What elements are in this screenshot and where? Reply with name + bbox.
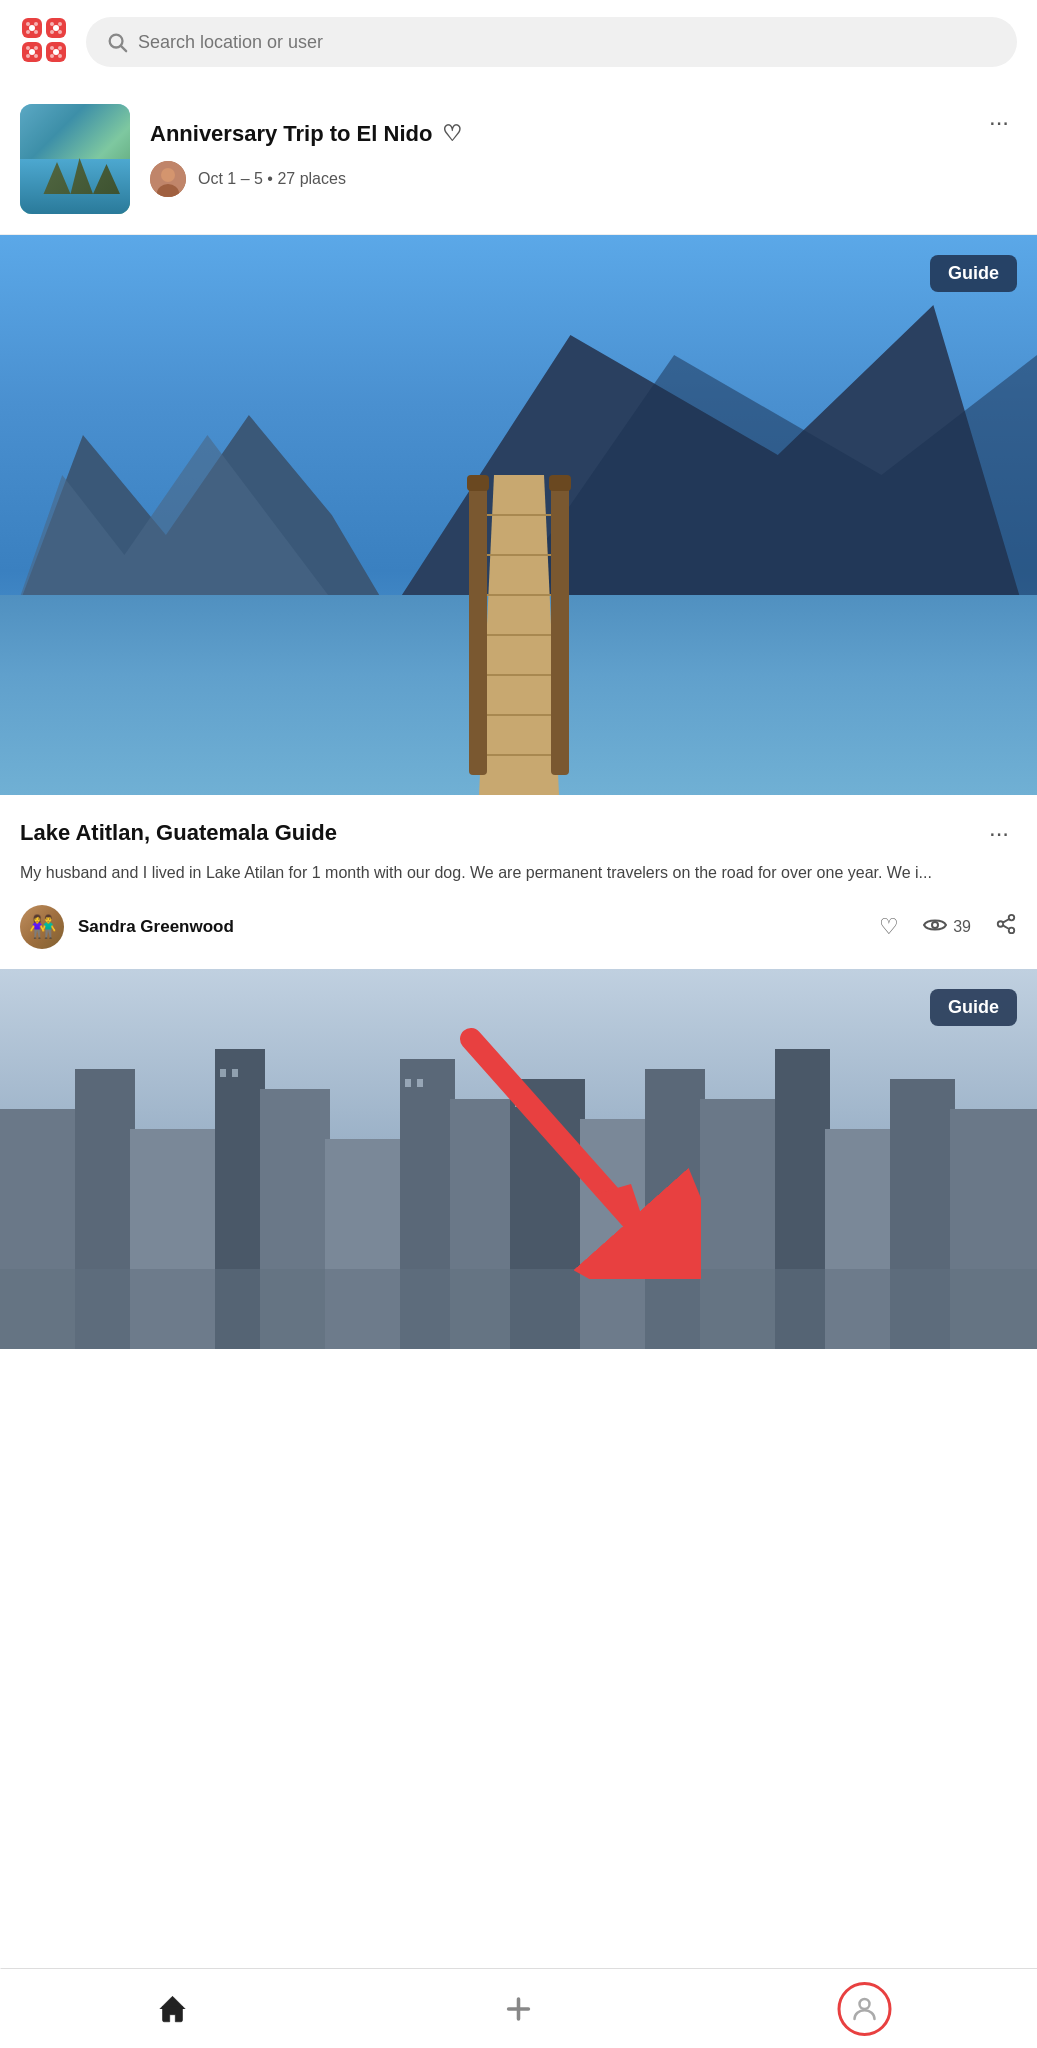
svg-point-10 bbox=[26, 30, 30, 34]
nav-add[interactable] bbox=[346, 1969, 692, 2048]
svg-point-19 bbox=[34, 54, 38, 58]
share-button[interactable] bbox=[995, 913, 1017, 941]
svg-rect-64 bbox=[405, 1079, 411, 1087]
svg-point-6 bbox=[29, 49, 35, 55]
svg-point-27 bbox=[161, 168, 175, 182]
views-count: 39 bbox=[953, 918, 971, 936]
guide-image-lake[interactable]: Guide bbox=[0, 235, 1037, 795]
add-icon bbox=[502, 1992, 536, 2026]
svg-point-7 bbox=[53, 49, 59, 55]
author-avatar bbox=[20, 905, 64, 949]
author-info[interactable]: Sandra Greenwood bbox=[20, 905, 234, 949]
svg-point-13 bbox=[58, 22, 62, 26]
svg-point-18 bbox=[26, 54, 30, 58]
svg-rect-63 bbox=[232, 1069, 238, 1077]
guide-author-row: Sandra Greenwood ♡ 39 bbox=[20, 905, 1017, 953]
trip-info: Anniversary Trip to El Nido ♡ Oct 1 – 5 … bbox=[150, 121, 961, 197]
svg-line-25 bbox=[121, 46, 126, 51]
nav-home[interactable] bbox=[0, 1969, 346, 2048]
svg-rect-62 bbox=[220, 1069, 226, 1077]
guide-badge-2: Guide bbox=[930, 989, 1017, 1026]
svg-point-22 bbox=[50, 54, 54, 58]
guide-description: My husband and I lived in Lake Atilan fo… bbox=[20, 861, 1017, 885]
guide-more-button-1[interactable]: ··· bbox=[981, 815, 1017, 851]
svg-rect-44 bbox=[549, 475, 571, 491]
svg-point-14 bbox=[50, 30, 54, 34]
app-logo[interactable] bbox=[20, 16, 72, 68]
svg-point-12 bbox=[50, 22, 54, 26]
svg-point-15 bbox=[58, 30, 62, 34]
trip-meta-text: Oct 1 – 5 • 27 places bbox=[198, 170, 346, 188]
guide-title-row: Lake Atitlan, Guatemala Guide ··· bbox=[20, 815, 1017, 851]
svg-point-16 bbox=[26, 46, 30, 50]
trip-title-row: Anniversary Trip to El Nido ♡ bbox=[150, 121, 961, 147]
svg-point-17 bbox=[34, 46, 38, 50]
guide-info-lake: Lake Atitlan, Guatemala Guide ··· My hus… bbox=[0, 795, 1037, 969]
app-header bbox=[0, 0, 1037, 84]
trip-title-text: Anniversary Trip to El Nido bbox=[150, 121, 432, 147]
svg-rect-42 bbox=[551, 475, 569, 775]
svg-point-8 bbox=[26, 22, 30, 26]
search-input[interactable] bbox=[138, 32, 997, 53]
bottom-nav bbox=[0, 1968, 1037, 2048]
svg-point-9 bbox=[34, 22, 38, 26]
svg-point-11 bbox=[34, 30, 38, 34]
guide-image-city[interactable]: Guide bbox=[0, 969, 1037, 1349]
search-icon bbox=[106, 31, 128, 53]
svg-rect-67 bbox=[0, 1269, 1037, 1349]
trip-heart-icon[interactable]: ♡ bbox=[442, 121, 462, 147]
svg-rect-65 bbox=[417, 1079, 423, 1087]
svg-rect-66 bbox=[515, 1099, 521, 1107]
trip-card: Anniversary Trip to El Nido ♡ Oct 1 – 5 … bbox=[0, 84, 1037, 235]
trip-more-button[interactable]: ··· bbox=[981, 104, 1017, 140]
svg-point-23 bbox=[58, 54, 62, 58]
guide-actions: ♡ 39 bbox=[879, 913, 1017, 941]
profile-icon bbox=[849, 1994, 879, 2024]
search-bar[interactable] bbox=[86, 17, 1017, 67]
svg-point-21 bbox=[58, 46, 62, 50]
heart-action-icon: ♡ bbox=[879, 914, 899, 940]
home-icon bbox=[156, 1992, 190, 2026]
like-button[interactable]: ♡ bbox=[879, 914, 899, 940]
svg-rect-43 bbox=[467, 475, 489, 491]
author-name: Sandra Greenwood bbox=[78, 917, 234, 937]
svg-rect-41 bbox=[469, 475, 487, 775]
svg-point-20 bbox=[50, 46, 54, 50]
guide-card-city: Guide bbox=[0, 969, 1037, 1349]
nav-profile[interactable] bbox=[691, 1969, 1037, 2048]
svg-point-5 bbox=[53, 25, 59, 31]
guide-card-lake-atitlan: Guide Lake Atitlan, Guatemala Guide ··· … bbox=[0, 235, 1037, 969]
svg-point-73 bbox=[859, 1999, 869, 2009]
guide-title-text: Lake Atitlan, Guatemala Guide bbox=[20, 820, 337, 846]
svg-point-45 bbox=[932, 922, 938, 928]
guide-badge-1: Guide bbox=[930, 255, 1017, 292]
trip-author-avatar[interactable] bbox=[150, 161, 186, 197]
eye-icon bbox=[923, 914, 947, 940]
profile-circle bbox=[837, 1982, 891, 2036]
share-icon bbox=[995, 913, 1017, 941]
trip-thumbnail[interactable] bbox=[20, 104, 130, 214]
svg-point-4 bbox=[29, 25, 35, 31]
views-button[interactable]: 39 bbox=[923, 914, 971, 940]
trip-meta: Oct 1 – 5 • 27 places bbox=[150, 161, 961, 197]
